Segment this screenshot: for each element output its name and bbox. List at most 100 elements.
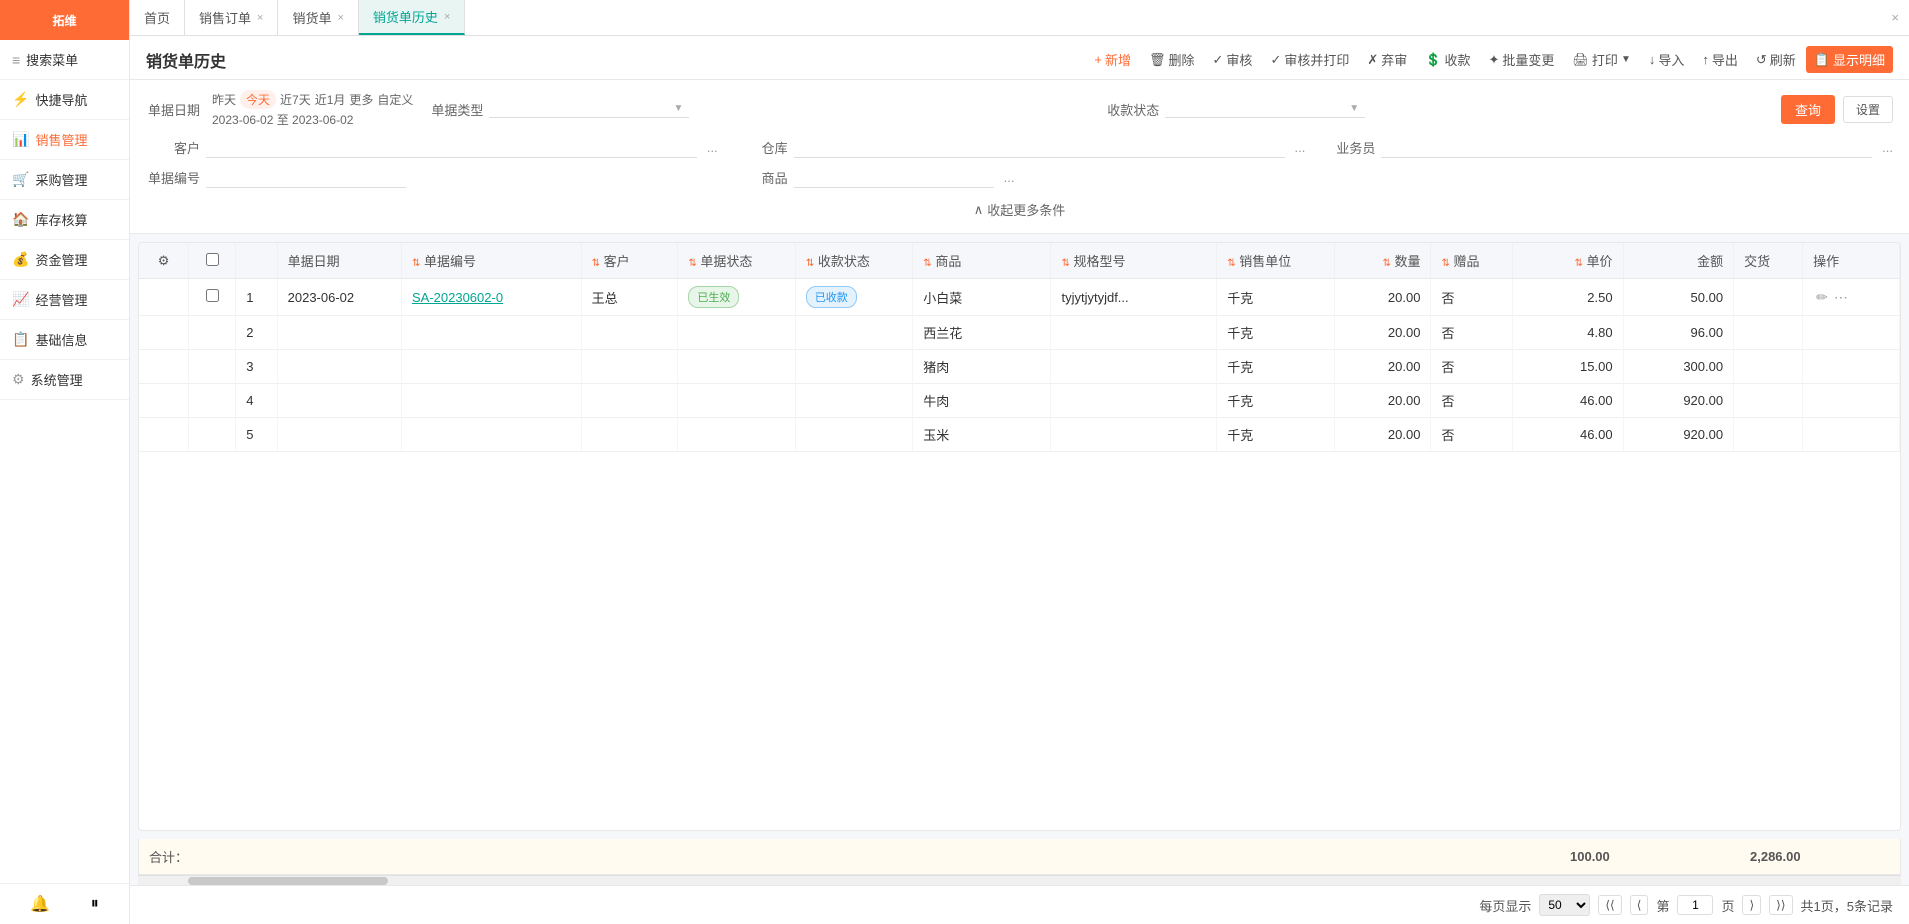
- edit-icon[interactable]: ✏: [1816, 289, 1828, 305]
- audit-print-button[interactable]: ✓ 审核并打印: [1262, 46, 1357, 73]
- th-qty[interactable]: ⇅ 数量: [1334, 243, 1431, 279]
- shortcut-yesterday[interactable]: 昨天: [212, 91, 236, 108]
- abandon-button[interactable]: ✗ 弃审: [1359, 46, 1415, 73]
- doc-type-label: 单据类型: [429, 100, 483, 119]
- row-checkbox[interactable]: [206, 289, 219, 302]
- th-collect-status[interactable]: ⇅ 收款状态: [795, 243, 912, 279]
- import-button[interactable]: ↓ 导入: [1641, 46, 1693, 73]
- sidebar-item-sales-mgmt[interactable]: 📊 销售管理: [0, 120, 129, 160]
- doc-type-select[interactable]: ▼: [489, 100, 689, 118]
- customer-ellipsis[interactable]: ...: [707, 140, 718, 155]
- th-unit[interactable]: ⇅ 销售单位: [1217, 243, 1334, 279]
- salesperson-input[interactable]: [1381, 136, 1872, 158]
- audit-button[interactable]: ✓ 审核: [1205, 46, 1261, 73]
- warehouse-ellipsis[interactable]: ...: [1295, 140, 1306, 155]
- goods-ellipsis[interactable]: ...: [1004, 170, 1015, 185]
- page-input[interactable]: [1677, 895, 1713, 915]
- shortcut-7days[interactable]: 近7天: [280, 91, 311, 108]
- td-check[interactable]: [189, 350, 236, 384]
- table-row: 5 玉米 千克 20.00 否 46.00 920.00: [139, 418, 1900, 452]
- scrollbar-thumb[interactable]: [188, 877, 388, 885]
- th-gear[interactable]: ⚙: [139, 243, 189, 279]
- pause-icon[interactable]: ⏸: [91, 895, 99, 913]
- td-check[interactable]: [189, 279, 236, 316]
- customer-input[interactable]: [206, 136, 697, 158]
- delete-button[interactable]: 🗑 删除: [1141, 46, 1203, 73]
- sidebar-item-purchase-mgmt[interactable]: 🛒 采购管理: [0, 160, 129, 200]
- salesperson-ellipsis[interactable]: ...: [1882, 140, 1893, 155]
- td-action: [1803, 418, 1900, 452]
- last-page-button[interactable]: ⟩⟩: [1769, 895, 1792, 915]
- tab-sales-order[interactable]: 销售订单 ×: [185, 0, 278, 35]
- horizontal-scrollbar[interactable]: [138, 875, 1901, 885]
- per-page-select[interactable]: 50 10 20 100: [1539, 894, 1590, 916]
- docnum-input[interactable]: [206, 166, 406, 188]
- td-collect-status: [795, 384, 912, 418]
- th-customer[interactable]: ⇅ 客户: [581, 243, 678, 279]
- sidebar-item-quick-nav[interactable]: ⚡ 快捷导航: [0, 80, 129, 120]
- sidebar-item-label: 采购管理: [35, 170, 87, 189]
- filter-salesperson-item: 业务员 ...: [1321, 136, 1893, 158]
- print-button[interactable]: 🖨 打印 ▼: [1564, 46, 1638, 73]
- basic-info-icon: 📋: [12, 331, 29, 348]
- th-gift[interactable]: ⇅ 赠品: [1431, 243, 1513, 279]
- th-goods[interactable]: ⇅ 商品: [913, 243, 1051, 279]
- td-seq: 4: [236, 384, 277, 418]
- sidebar-item-label: 库存核算: [35, 210, 87, 229]
- next-page-button[interactable]: ⟩: [1742, 895, 1761, 915]
- shortcut-custom[interactable]: 自定义: [377, 91, 413, 108]
- th-price[interactable]: ⇅ 单价: [1513, 243, 1624, 279]
- data-table: ⚙ 单据日期 ⇅ 单据编号 ⇅ 客户 ⇅ 单据状态 ⇅ 收款状态 ⇅ 商品 ⇅ …: [139, 243, 1900, 452]
- export-button[interactable]: ↑ 导出: [1694, 46, 1746, 73]
- sidebar-item-search-menu[interactable]: ≡ 搜索菜单: [0, 40, 129, 80]
- warehouse-input[interactable]: [794, 136, 1285, 158]
- td-seq: 3: [236, 350, 277, 384]
- td-check[interactable]: [189, 418, 236, 452]
- more-icon[interactable]: ⋯: [1834, 289, 1848, 305]
- sort-docstatus-icon: ⇅: [688, 258, 696, 269]
- close-all-tabs[interactable]: ×: [1891, 9, 1909, 27]
- shortcut-more[interactable]: 更多: [349, 91, 373, 108]
- settings-button[interactable]: 设置: [1843, 96, 1893, 123]
- show-detail-button[interactable]: 📋 显示明细: [1806, 46, 1893, 73]
- th-date[interactable]: 单据日期: [277, 243, 401, 279]
- tab-home[interactable]: 首页: [130, 0, 185, 35]
- tab-close-sales-history[interactable]: ×: [444, 11, 450, 23]
- prev-page-button[interactable]: ⟨: [1630, 895, 1649, 915]
- refresh-button[interactable]: ↺ 刷新: [1748, 46, 1804, 73]
- sidebar-item-system-mgmt[interactable]: ⚙ 系统管理: [0, 360, 129, 400]
- notification-icon[interactable]: 🔔: [30, 894, 50, 914]
- shortcut-1month[interactable]: 近1月: [315, 91, 346, 108]
- td-price: 2.50: [1513, 279, 1624, 316]
- date-label: 单据日期: [146, 100, 200, 119]
- collapse-button[interactable]: ∧ 收起更多条件: [146, 196, 1893, 223]
- th-spec[interactable]: ⇅ 规格型号: [1051, 243, 1217, 279]
- td-transaction: [1734, 279, 1803, 316]
- query-button[interactable]: 查询: [1781, 95, 1835, 124]
- sidebar-item-inventory[interactable]: 🏠 库存核算: [0, 200, 129, 240]
- goods-input[interactable]: [794, 166, 994, 188]
- sidebar-item-finance[interactable]: 💰 资金管理: [0, 240, 129, 280]
- tab-sales-history[interactable]: 销货单历史 ×: [359, 0, 465, 35]
- shortcut-today[interactable]: 今天: [240, 90, 276, 109]
- collect-status-select[interactable]: ▼: [1165, 100, 1365, 118]
- th-doc-status[interactable]: ⇅ 单据状态: [678, 243, 795, 279]
- tab-close-sales-goods[interactable]: ×: [337, 12, 343, 24]
- collect-status-badge: 已收款: [806, 286, 857, 308]
- tab-sales-goods[interactable]: 销货单 ×: [278, 0, 358, 35]
- doc-num-link[interactable]: SA-20230602-0: [412, 290, 503, 305]
- tab-close-sales-order[interactable]: ×: [257, 12, 263, 24]
- select-all-checkbox[interactable]: [206, 253, 219, 266]
- first-page-button[interactable]: ⟨⟨: [1598, 895, 1621, 915]
- sidebar-item-basic-info[interactable]: 📋 基础信息: [0, 320, 129, 360]
- sidebar-item-operation[interactable]: 📈 经营管理: [0, 280, 129, 320]
- td-check[interactable]: [189, 384, 236, 418]
- sidebar-item-label: 资金管理: [35, 250, 87, 269]
- td-check[interactable]: [189, 316, 236, 350]
- collect-button[interactable]: 💲 收款: [1417, 46, 1478, 73]
- batch-change-button[interactable]: ✦ 批量变更: [1480, 46, 1562, 73]
- new-button[interactable]: + 新增: [1086, 46, 1139, 73]
- th-num[interactable]: ⇅ 单据编号: [401, 243, 581, 279]
- table-row: 2 西兰花 千克 20.00 否 4.80 96.00: [139, 316, 1900, 350]
- th-check[interactable]: [189, 243, 236, 279]
